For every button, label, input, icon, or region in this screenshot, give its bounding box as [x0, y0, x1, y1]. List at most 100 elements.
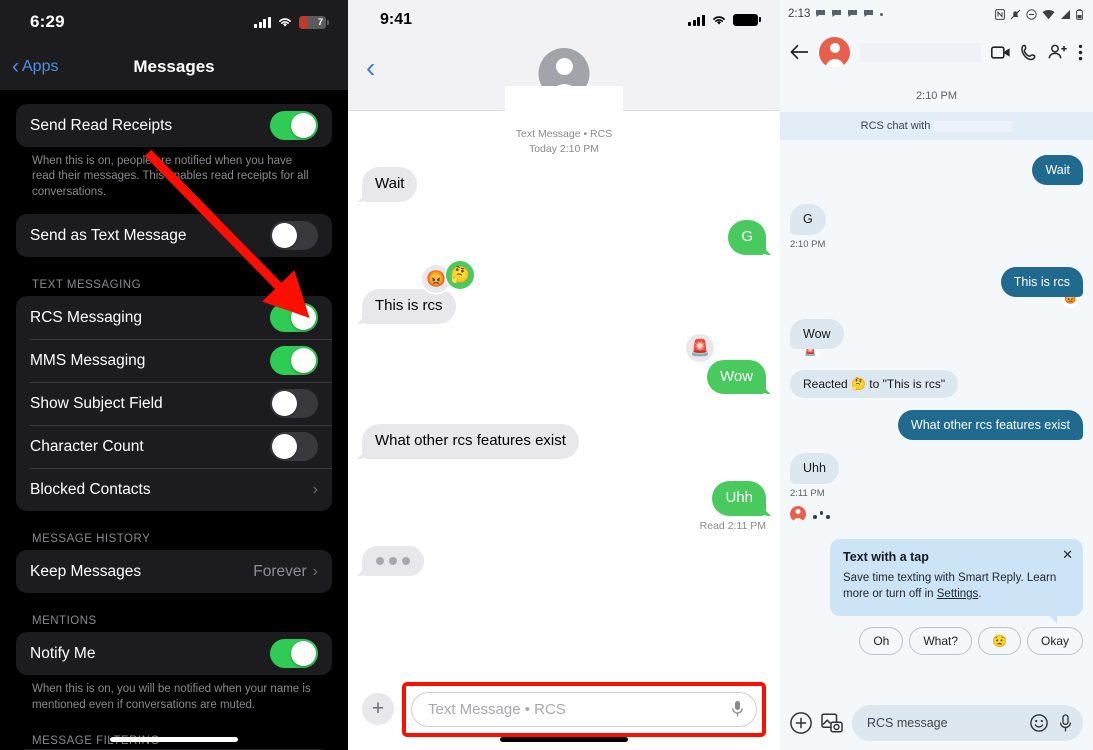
row-label: Send as Text Message [30, 226, 187, 244]
rcs-message-input[interactable]: RCS message [852, 705, 1083, 741]
row-keep-messages[interactable]: Keep Messages Forever › [16, 550, 332, 593]
nfc-icon [995, 8, 1005, 20]
message-bubble[interactable]: This is rcs [1000, 266, 1083, 297]
typing-avatar [790, 505, 806, 522]
message-bubble[interactable]: What other rcs features exist [897, 410, 1083, 441]
back-button[interactable]: ‹ [366, 54, 375, 82]
add-person-icon[interactable] [1048, 44, 1068, 60]
message-bubble[interactable]: What other rcs features exist [362, 424, 579, 460]
microphone-icon[interactable] [731, 700, 744, 718]
smart-reply-chip-emoji[interactable]: 😟 [978, 626, 1021, 655]
send-read-receipts-toggle[interactable] [270, 111, 318, 140]
show-subject-field-toggle[interactable] [270, 389, 318, 419]
message-bubble[interactable]: G [790, 204, 826, 235]
android-thread-header [780, 28, 1093, 76]
notifications-off-icon [1010, 9, 1021, 19]
avatar[interactable] [819, 36, 850, 68]
group-read-receipts: Send Read Receipts [16, 104, 332, 147]
message-row: This is rcs 😡 🤔 [362, 260, 766, 324]
home-indicator [110, 737, 238, 742]
cellular-signal-icon [1061, 9, 1070, 19]
character-count-toggle[interactable] [270, 432, 318, 462]
tapback-reaction-thinking[interactable]: 🤔 [446, 260, 474, 289]
section-header-message-history: MESSAGE HISTORY [32, 533, 151, 546]
rcs-messaging-toggle[interactable] [270, 303, 318, 333]
video-call-icon[interactable] [991, 45, 1011, 60]
group-message-history: Keep Messages Forever › [16, 550, 332, 594]
status-bar-right [995, 8, 1083, 20]
message-bubble[interactable]: Wait [362, 167, 418, 203]
battery-icon: 7 [299, 15, 329, 29]
message-notification-icon [864, 10, 874, 17]
cellular-signal-icon [254, 16, 271, 28]
android-status-bar: 2:13 [780, 0, 1093, 28]
tapback-reaction-siren[interactable]: 🚨 [686, 333, 714, 362]
message-bubble[interactable]: This is rcs [362, 288, 456, 324]
message-group: Wow 🚨 [790, 318, 844, 360]
row-rcs-messaging[interactable]: RCS Messaging [16, 296, 332, 339]
smart-reply-chip-okay[interactable]: Okay [1026, 626, 1083, 655]
typing-indicator [362, 545, 424, 576]
row-send-as-text-message[interactable]: Send as Text Message [16, 214, 332, 257]
message-bubble[interactable]: Uhh [712, 481, 766, 516]
settings-nav-bar: ‹ Apps Messages [0, 44, 348, 90]
rcs-message-placeholder: RCS message [867, 716, 948, 730]
contact-name-redacted [505, 86, 623, 112]
notify-me-toggle[interactable] [270, 639, 318, 669]
arrow-left-icon[interactable] [790, 44, 809, 60]
message-row: Wow 🚨 [362, 333, 766, 395]
plus-circle-icon[interactable] [790, 712, 812, 734]
close-icon[interactable]: ✕ [1062, 548, 1073, 561]
message-row: What other rcs features exist [362, 424, 766, 460]
send-as-text-message-toggle[interactable] [270, 221, 318, 251]
row-character-count[interactable]: Character Count [16, 425, 332, 468]
status-bar-indicators: 7 [254, 15, 329, 29]
emoji-icon[interactable] [1030, 714, 1048, 732]
message-bubble[interactable]: G [728, 220, 766, 255]
chevron-right-icon: › [312, 480, 318, 498]
message-list: Text Message • RCS Today 2:10 PM Wait G … [348, 111, 780, 718]
row-notify-me[interactable]: Notify Me [16, 632, 332, 675]
message-row: Uhh 2:11 PM [790, 453, 1083, 522]
input-trailing-icons [1030, 713, 1072, 733]
wifi-icon [713, 16, 725, 25]
row-send-read-receipts[interactable]: Send Read Receipts [16, 104, 332, 147]
section-header-text-messaging: TEXT MESSAGING [32, 279, 142, 292]
contact-name-redacted [860, 42, 981, 62]
row-label: Send Read Receipts [30, 116, 173, 134]
smart-reply-chip-oh[interactable]: Oh [859, 626, 904, 655]
message-input[interactable]: Text Message • RCS [411, 691, 757, 727]
message-row: Wait [362, 167, 766, 203]
plus-icon[interactable]: + [362, 693, 394, 725]
message-bubble[interactable]: Uhh [790, 453, 839, 484]
message-bubble[interactable]: Wow [790, 318, 844, 349]
row-show-subject-field[interactable]: Show Subject Field [16, 382, 332, 425]
row-mms-messaging[interactable]: MMS Messaging [16, 339, 332, 382]
keep-messages-value: Forever [253, 562, 307, 580]
message-notification-icon [816, 10, 826, 17]
back-to-apps-button[interactable]: ‹ Apps [12, 56, 59, 77]
message-row: Wow 🚨 [790, 318, 1083, 360]
row-blocked-contacts[interactable]: Blocked Contacts › [16, 468, 332, 511]
ios-thread-status-bar: 9:41 [348, 0, 780, 40]
message-bubble[interactable]: Wait [1032, 155, 1083, 186]
read-receipts-footnote: When this is on, people are notified whe… [32, 155, 309, 198]
overflow-menu-icon[interactable] [1078, 44, 1083, 61]
gallery-camera-icon[interactable] [821, 713, 843, 733]
group-text-messaging: RCS Messaging MMS Messaging Show Subject… [16, 296, 332, 512]
message-timestamp: 2:10 PM [790, 238, 826, 250]
mentions-footnote: When this is on, you will be notified wh… [32, 683, 311, 711]
thread-meta-service: Text Message • RCS [515, 128, 613, 140]
mms-messaging-toggle[interactable] [270, 346, 318, 376]
message-row: What other rcs features exist [790, 410, 1083, 441]
microphone-icon[interactable] [1059, 713, 1072, 733]
smart-reply-chip-what[interactable]: What? [909, 626, 973, 655]
thread-header: ‹ [348, 40, 780, 112]
typing-indicator-row [362, 545, 766, 576]
message-bubble[interactable]: Wow [706, 359, 766, 395]
wifi-icon [1042, 9, 1055, 19]
phone-call-icon[interactable] [1021, 44, 1038, 61]
chevron-right-icon: › [312, 562, 318, 580]
settings-link[interactable]: Settings [937, 588, 979, 600]
back-label: Apps [22, 58, 59, 75]
